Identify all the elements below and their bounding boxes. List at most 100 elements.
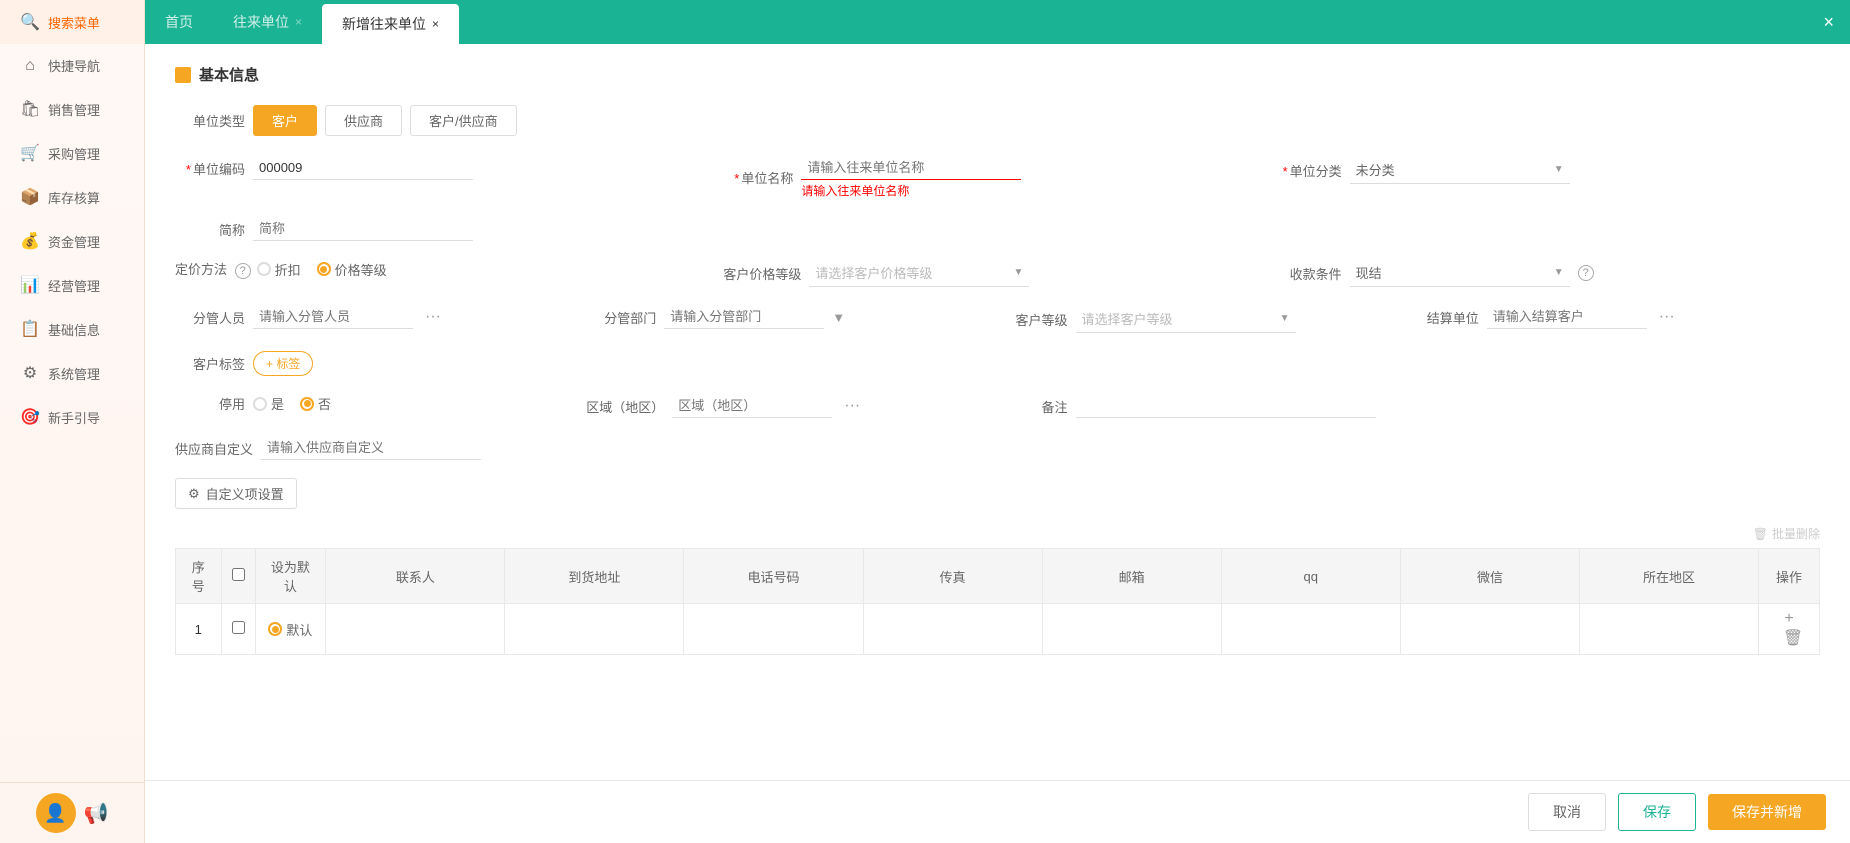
row-wechat[interactable] bbox=[1400, 604, 1579, 655]
tab-partners-close[interactable]: × bbox=[295, 15, 302, 29]
row-index: 1 bbox=[176, 604, 222, 655]
sidebar-item-search[interactable]: 🔍 搜索菜单 bbox=[0, 0, 144, 44]
col-region: 所在地区 bbox=[1579, 549, 1758, 604]
sidebar-item-quicknav[interactable]: ⌂ 快捷导航 bbox=[0, 44, 144, 87]
tab-bar-close-all[interactable]: × bbox=[1823, 13, 1834, 31]
save-new-button[interactable]: 保存并新增 bbox=[1708, 794, 1826, 830]
row-fax[interactable] bbox=[863, 604, 1042, 655]
row-default-radio[interactable]: 默认 bbox=[266, 620, 316, 639]
tab-new-partner[interactable]: 新增往来单位 × bbox=[322, 4, 459, 44]
row-checkbox-cell bbox=[221, 604, 255, 655]
row-phone[interactable] bbox=[684, 604, 863, 655]
batch-delete-label[interactable]: 批量删除 bbox=[1772, 525, 1820, 542]
disabled-yes[interactable]: 是 bbox=[253, 394, 284, 413]
pricing-discount[interactable]: 折扣 bbox=[257, 260, 301, 279]
customer-price-level-select[interactable]: 请选择客户价格等级 ▼ bbox=[809, 259, 1029, 287]
row-region-input[interactable] bbox=[1590, 622, 1748, 637]
sidebar-item-system[interactable]: ⚙ 系统管理 bbox=[0, 351, 144, 395]
col-default: 设为默认 bbox=[255, 549, 326, 604]
payment-help-icon[interactable]: ? bbox=[1578, 265, 1594, 281]
sidebar-item-sales[interactable]: 🛍 销售管理 bbox=[0, 87, 144, 131]
guide-icon: 🎯 bbox=[20, 407, 40, 427]
manager-label: 分管人员 bbox=[175, 308, 245, 327]
add-tag-button[interactable]: + 标签 bbox=[253, 351, 313, 376]
save-button[interactable]: 保存 bbox=[1618, 793, 1696, 831]
price-level-dot bbox=[320, 266, 327, 273]
unit-name-error: 请输入往来单位名称 bbox=[801, 182, 1021, 199]
payment-terms-select[interactable]: 现结 ▼ bbox=[1350, 259, 1570, 287]
tab-new-partner-close[interactable]: × bbox=[432, 17, 439, 31]
department-label: 分管部门 bbox=[586, 308, 656, 327]
row-email[interactable] bbox=[1042, 604, 1221, 655]
unit-type-customer[interactable]: 客户 bbox=[253, 105, 317, 136]
row-add-button[interactable]: + bbox=[1784, 610, 1793, 627]
unit-type-row: 单位类型 客户 供应商 客户/供应商 bbox=[175, 105, 1820, 136]
unit-name-wrapper: 请输入往来单位名称 bbox=[801, 156, 1021, 199]
tab-bar: 首页 往来单位 × 新增往来单位 × × bbox=[145, 0, 1850, 44]
row-checkbox[interactable] bbox=[232, 621, 245, 634]
pricing-help-icon[interactable]: ? bbox=[235, 263, 251, 279]
email-input[interactable] bbox=[1053, 622, 1211, 637]
table-header: 序号 设为默认 联系人 到货地址 电话号码 传真 邮箱 qq 微信 所在地区 操… bbox=[176, 549, 1820, 604]
disabled-no-radio bbox=[300, 397, 314, 411]
sidebar-user-avatar[interactable]: 👤 bbox=[36, 793, 76, 833]
manager-more-icon[interactable]: ··· bbox=[421, 308, 445, 326]
supplier-custom-input[interactable] bbox=[261, 436, 481, 460]
sidebar-item-inventory[interactable]: 📦 库存核算 bbox=[0, 175, 144, 219]
abbreviation-input[interactable] bbox=[253, 217, 473, 241]
row-region[interactable] bbox=[1579, 604, 1758, 655]
discount-radio bbox=[257, 262, 271, 276]
unit-type-both[interactable]: 客户/供应商 bbox=[410, 105, 517, 136]
row-qq[interactable] bbox=[1221, 604, 1400, 655]
row-actions: + 🗑 bbox=[1759, 604, 1820, 655]
tab-home[interactable]: 首页 bbox=[145, 0, 213, 44]
payment-terms-chevron-icon: ▼ bbox=[1554, 267, 1564, 278]
sidebar-item-finance[interactable]: 💰 资金管理 bbox=[0, 219, 144, 263]
inventory-icon: 📦 bbox=[20, 187, 40, 207]
sidebar-item-guide[interactable]: 🎯 新手引导 bbox=[0, 395, 144, 439]
unit-name-input[interactable] bbox=[801, 156, 1021, 180]
custom-settings-button[interactable]: ⚙ 自定义项设置 bbox=[175, 478, 297, 509]
settlement-more-icon[interactable]: ··· bbox=[1655, 308, 1679, 326]
region-more-icon[interactable]: ··· bbox=[840, 397, 864, 415]
settlement-unit-input[interactable] bbox=[1487, 305, 1647, 329]
remark-label: 备注 bbox=[998, 397, 1068, 416]
contact-input[interactable] bbox=[336, 622, 494, 637]
unit-type-supplier[interactable]: 供应商 bbox=[325, 105, 402, 136]
department-field: 分管部门 ▼ bbox=[586, 305, 997, 329]
row-address[interactable] bbox=[505, 604, 684, 655]
row-contact[interactable] bbox=[326, 604, 505, 655]
unit-category-field: *单位分类 未分类 ▼ bbox=[1272, 156, 1820, 184]
tab-partners[interactable]: 往来单位 × bbox=[213, 0, 322, 44]
address-input[interactable] bbox=[515, 622, 673, 637]
sidebar-item-operations[interactable]: 📊 经营管理 bbox=[0, 263, 144, 307]
wechat-input[interactable] bbox=[1411, 622, 1569, 637]
unit-type-group: 客户 供应商 客户/供应商 bbox=[253, 105, 517, 136]
remark-input[interactable] bbox=[1076, 394, 1376, 418]
pricing-price-level[interactable]: 价格等级 bbox=[317, 260, 387, 279]
payment-terms-label: 收款条件 bbox=[1272, 264, 1342, 283]
disabled-no[interactable]: 否 bbox=[300, 394, 331, 413]
department-input[interactable] bbox=[664, 305, 824, 329]
cancel-button[interactable]: 取消 bbox=[1528, 793, 1606, 831]
select-all-checkbox[interactable] bbox=[232, 568, 245, 581]
sidebar-item-basic[interactable]: 📋 基础信息 bbox=[0, 307, 144, 351]
payment-terms-field: 收款条件 现结 ▼ ? bbox=[1272, 259, 1820, 287]
customer-level-select[interactable]: 请选择客户等级 ▼ bbox=[1076, 305, 1296, 333]
sidebar-notification[interactable]: 📢 bbox=[84, 801, 109, 826]
tag-label: 客户标签 bbox=[175, 354, 245, 373]
sidebar-item-purchase[interactable]: 🛒 采购管理 bbox=[0, 131, 144, 175]
manager-input[interactable] bbox=[253, 305, 413, 329]
unit-type-label: 单位类型 bbox=[175, 111, 245, 130]
qq-input[interactable] bbox=[1232, 622, 1390, 637]
region-field: 区域（地区） ··· bbox=[586, 394, 997, 418]
row-delete-button[interactable]: 🗑 bbox=[1783, 630, 1803, 647]
region-input[interactable] bbox=[672, 394, 832, 418]
batch-delete-area: 🗑 批量删除 bbox=[175, 525, 1820, 542]
unit-code-input[interactable] bbox=[253, 156, 473, 180]
unit-category-select[interactable]: 未分类 ▼ bbox=[1350, 156, 1570, 184]
phone-input[interactable] bbox=[694, 622, 852, 637]
row-tag: 客户标签 + 标签 bbox=[175, 351, 1820, 376]
col-contact: 联系人 bbox=[326, 549, 505, 604]
fax-input[interactable] bbox=[874, 622, 1032, 637]
